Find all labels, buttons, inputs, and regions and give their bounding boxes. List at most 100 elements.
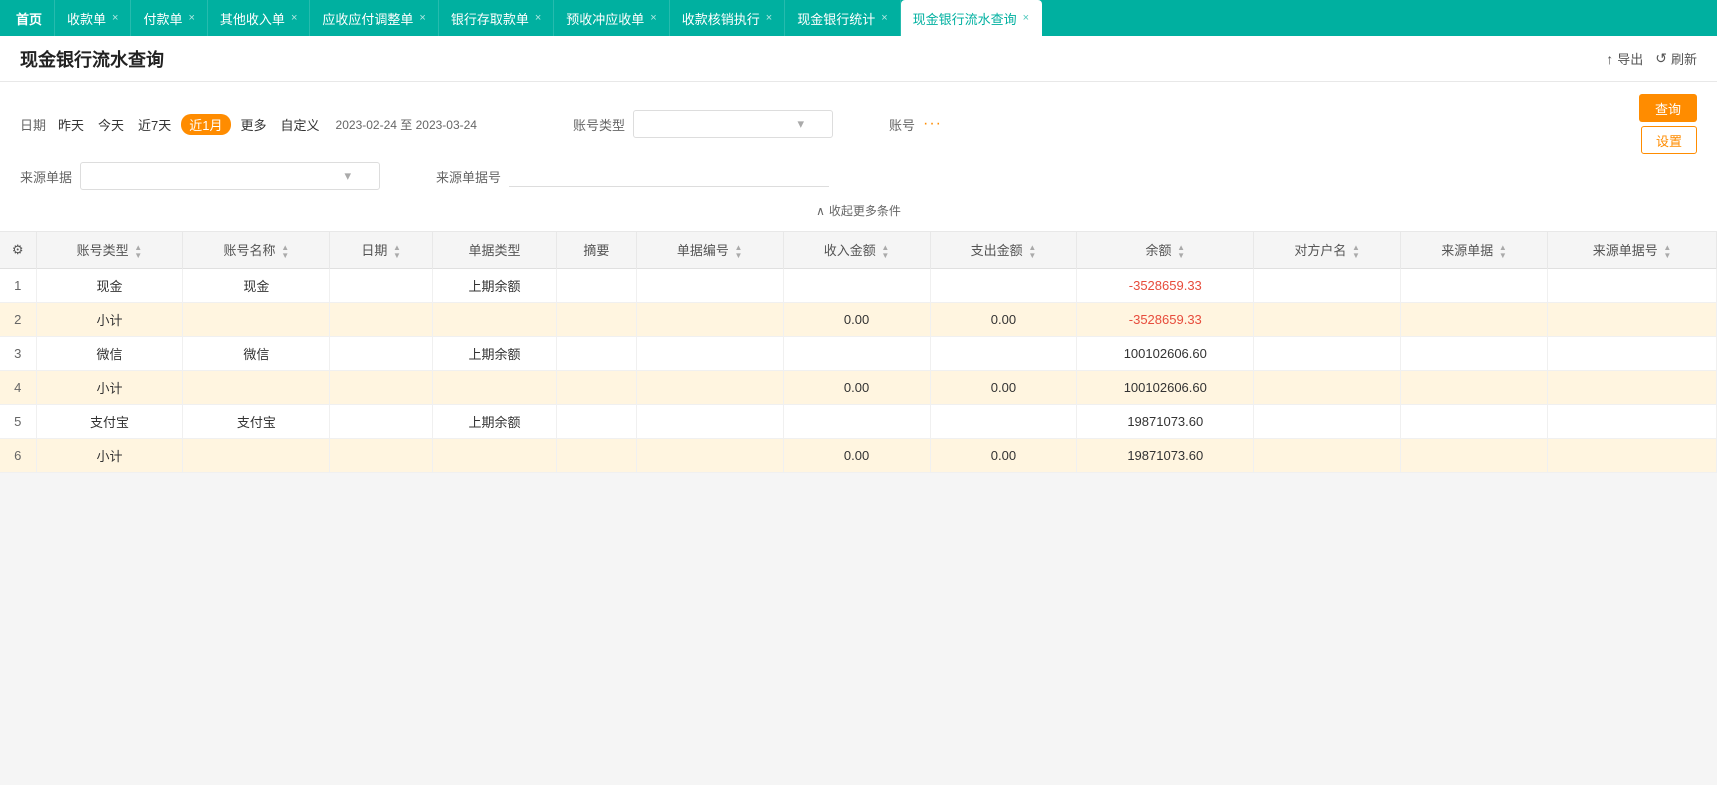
table-row: 3 微信 微信 上期余额 100102606.60 — [0, 336, 1717, 370]
source-doc-select[interactable]: ▾ — [80, 162, 380, 190]
close-stats-tab[interactable]: × — [881, 12, 887, 24]
account-dots-button[interactable]: ··· — [923, 115, 942, 133]
cell-account-name: 微信 — [183, 336, 330, 370]
cell-account-type: 支付宝 — [36, 404, 183, 438]
settings-gear-icon: ⚙ — [12, 242, 24, 257]
source-doc-chevron: ▾ — [344, 168, 351, 184]
settings-button[interactable]: 设置 — [1641, 126, 1697, 154]
table-container: ⚙ 账号类型 ▲▼ 账号名称 ▲▼ 日期 ▲▼ 单据类型 摘 — [0, 232, 1717, 473]
collapse-bar[interactable]: ∧ 收起更多条件 — [20, 198, 1697, 225]
cell-income: 0.00 — [783, 370, 930, 404]
cell-account-type: 小计 — [36, 438, 183, 472]
cell-income — [783, 268, 930, 302]
shortcut-7days[interactable]: 近7天 — [134, 114, 175, 135]
close-payment-tab[interactable]: × — [188, 12, 194, 24]
shortcut-1month[interactable]: 近1月 — [181, 114, 230, 135]
shortcut-today[interactable]: 今天 — [94, 114, 128, 135]
nav-bank-deposit[interactable]: 银行存取款单 × — [439, 0, 554, 36]
cell-expense — [930, 404, 1077, 438]
nav-payment[interactable]: 付款单 × — [131, 0, 207, 36]
source-doc-no-label: 来源单据号 — [436, 167, 501, 186]
cell-no: 4 — [0, 370, 36, 404]
source-doc-no-filter-group: 来源单据号 — [436, 165, 829, 187]
cell-account-type: 现金 — [36, 268, 183, 302]
cell-counterparty — [1254, 268, 1401, 302]
cell-summary — [556, 268, 636, 302]
cell-account-type: 小计 — [36, 370, 183, 404]
close-other-income-tab[interactable]: × — [291, 12, 297, 24]
cell-summary — [556, 370, 636, 404]
cell-source-doc — [1401, 302, 1548, 336]
close-receipt-tab[interactable]: × — [112, 12, 118, 24]
table-header: ⚙ 账号类型 ▲▼ 账号名称 ▲▼ 日期 ▲▼ 单据类型 摘 — [0, 232, 1717, 268]
table-row: 1 现金 现金 上期余额 -3528659.33 — [0, 268, 1717, 302]
sort-expense: ▲▼ — [1028, 244, 1036, 260]
export-icon: ↑ — [1606, 51, 1613, 67]
close-collection-tab[interactable]: × — [766, 12, 772, 24]
nav-ar-ap-adjust[interactable]: 应收应付调整单 × — [310, 0, 438, 36]
cell-summary — [556, 438, 636, 472]
close-prepay-tab[interactable]: × — [650, 12, 656, 24]
shortcut-yesterday[interactable]: 昨天 — [54, 114, 88, 135]
col-source-doc-no[interactable]: 来源单据号 ▲▼ — [1547, 232, 1716, 268]
cell-counterparty — [1254, 404, 1401, 438]
cell-no: 5 — [0, 404, 36, 438]
col-doc-type[interactable]: 单据类型 — [433, 232, 557, 268]
cell-no: 2 — [0, 302, 36, 336]
col-counterparty[interactable]: 对方户名 ▲▼ — [1254, 232, 1401, 268]
cell-summary — [556, 302, 636, 336]
header-actions: ↑ 导出 ↺ 刷新 — [1606, 49, 1697, 68]
col-income[interactable]: 收入金额 ▲▼ — [783, 232, 930, 268]
table-row: 2 小计 0.00 0.00 -3528659.33 — [0, 302, 1717, 336]
cell-account-type: 微信 — [36, 336, 183, 370]
close-flow-tab[interactable]: × — [1023, 12, 1029, 24]
cell-balance: 19871073.60 — [1077, 404, 1254, 438]
shortcut-custom[interactable]: 自定义 — [277, 114, 324, 135]
col-expense[interactable]: 支出金额 ▲▼ — [930, 232, 1077, 268]
date-label: 日期 — [20, 115, 46, 134]
cell-counterparty — [1254, 302, 1401, 336]
account-type-filter-group: 账号类型 ▾ — [573, 110, 833, 138]
col-balance[interactable]: 余额 ▲▼ — [1077, 232, 1254, 268]
cell-account-name — [183, 438, 330, 472]
col-account-type[interactable]: 账号类型 ▲▼ — [36, 232, 183, 268]
cell-expense: 0.00 — [930, 438, 1077, 472]
nav-collection-exec[interactable]: 收款核销执行 × — [670, 0, 785, 36]
source-doc-filter-group: 来源单据 ▾ — [20, 162, 380, 190]
col-source-doc[interactable]: 来源单据 ▲▼ — [1401, 232, 1548, 268]
col-settings[interactable]: ⚙ — [0, 232, 36, 268]
cell-date — [330, 370, 433, 404]
cell-account-name — [183, 302, 330, 336]
account-type-select[interactable]: ▾ — [633, 110, 833, 138]
cell-counterparty — [1254, 336, 1401, 370]
cell-source-doc-no — [1547, 336, 1716, 370]
collapse-icon: ∧ — [816, 204, 825, 218]
query-button[interactable]: 查询 — [1639, 94, 1697, 122]
nav-cash-bank-flow[interactable]: 现金银行流水查询 × — [901, 0, 1042, 36]
cell-source-doc — [1401, 370, 1548, 404]
close-bank-deposit-tab[interactable]: × — [535, 12, 541, 24]
close-ar-ap-tab[interactable]: × — [419, 12, 425, 24]
cash-bank-flow-table: ⚙ 账号类型 ▲▼ 账号名称 ▲▼ 日期 ▲▼ 单据类型 摘 — [0, 232, 1717, 473]
cell-date — [330, 268, 433, 302]
col-date[interactable]: 日期 ▲▼ — [330, 232, 433, 268]
refresh-button[interactable]: ↺ 刷新 — [1655, 49, 1697, 68]
shortcut-more[interactable]: 更多 — [237, 114, 271, 135]
nav-receipt[interactable]: 收款单 × — [55, 0, 131, 36]
date-shortcuts: 昨天 今天 近7天 近1月 更多 自定义 — [54, 114, 324, 135]
cell-account-name: 支付宝 — [183, 404, 330, 438]
col-account-name[interactable]: 账号名称 ▲▼ — [183, 232, 330, 268]
nav-cash-bank-stats[interactable]: 现金银行统计 × — [785, 0, 900, 36]
cell-summary — [556, 336, 636, 370]
filter-row-2: 来源单据 ▾ 来源单据号 — [20, 162, 1697, 190]
cell-balance: -3528659.33 — [1077, 302, 1254, 336]
nav-home[interactable]: 首页 — [4, 0, 55, 36]
col-summary[interactable]: 摘要 — [556, 232, 636, 268]
col-doc-no[interactable]: 单据编号 ▲▼ — [636, 232, 783, 268]
source-doc-no-input[interactable] — [509, 165, 829, 187]
nav-prepay-offset[interactable]: 预收冲应收单 × — [554, 0, 669, 36]
nav-other-income[interactable]: 其他收入单 × — [208, 0, 310, 36]
filter-area: 日期 昨天 今天 近7天 近1月 更多 自定义 2023-02-24 至 202… — [0, 82, 1717, 232]
cell-doc-type: 上期余额 — [433, 268, 557, 302]
export-button[interactable]: ↑ 导出 — [1606, 49, 1643, 68]
